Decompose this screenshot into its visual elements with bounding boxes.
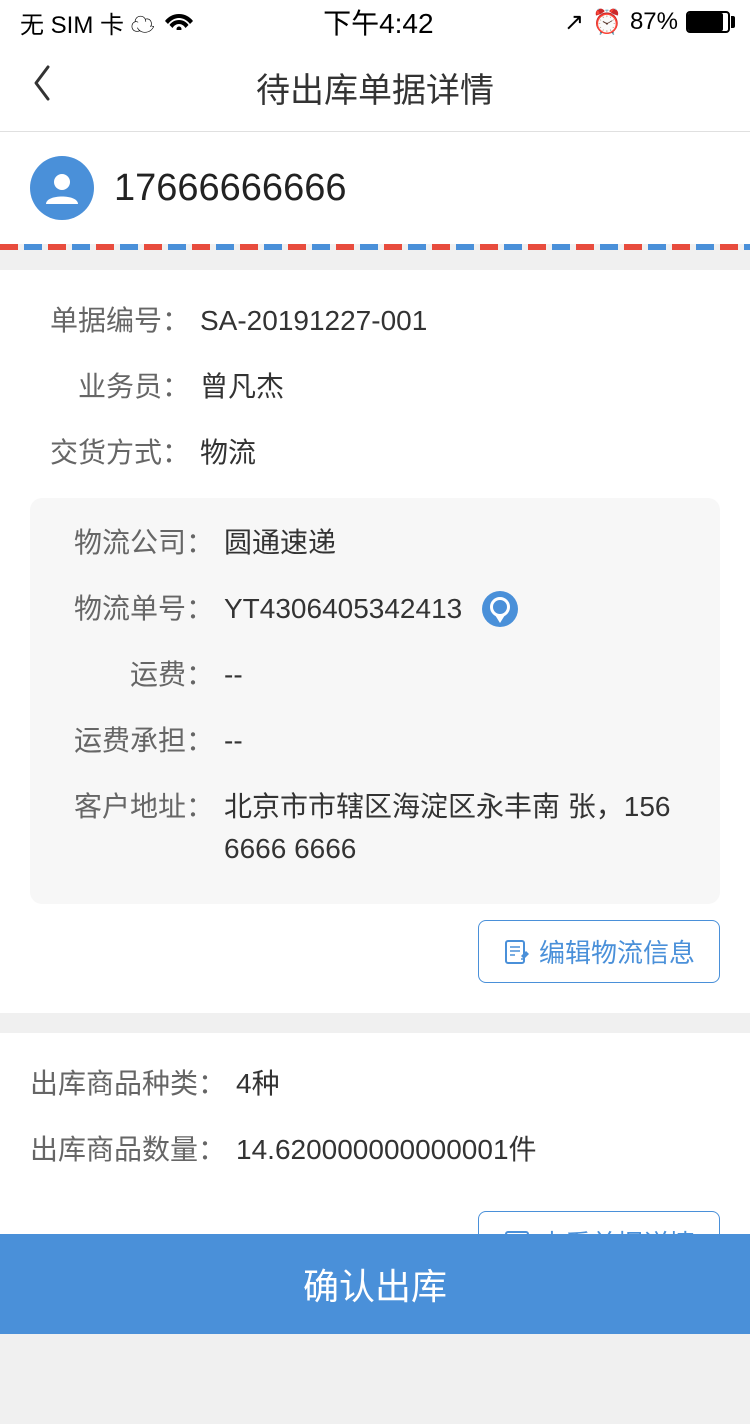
customer-address-label: 客户地址：	[54, 786, 214, 828]
customer-card: 17666666666	[0, 132, 750, 244]
status-bar: 无 SIM 卡 ☁ 下午4:42 ↗ ⏰ 87%	[0, 0, 750, 44]
logistics-company-value: 圆通速递	[224, 522, 696, 564]
goods-quantity-value: 14.620000000000001件	[236, 1129, 720, 1171]
customer-address-value: 北京市市辖区海淀区永丰南 张，156 6666 6666	[224, 786, 696, 870]
tracking-number-row: 物流单号： YT4306405342413	[54, 588, 696, 630]
status-time: 下午4:42	[323, 2, 434, 42]
page-title: 待出库单据详情	[256, 63, 494, 112]
freight-bearer-label: 运费承担：	[54, 720, 214, 762]
status-left: 无 SIM 卡 ☁	[20, 5, 193, 40]
freight-label: 运费：	[54, 654, 214, 696]
edit-logistics-button[interactable]: 编辑物流信息	[478, 920, 720, 983]
sales-person-label: 业务员：	[30, 366, 190, 408]
goods-types-value: 4种	[236, 1063, 720, 1105]
delivery-method-label: 交货方式：	[30, 432, 190, 474]
goods-types-row: 出库商品种类： 4种	[30, 1063, 720, 1105]
sales-person-value: 曾凡杰	[200, 366, 720, 408]
goods-quantity-label: 出库商品数量：	[30, 1129, 226, 1171]
confirm-button-label: 确认出库	[303, 1258, 447, 1310]
tracking-location-icon[interactable]	[482, 591, 518, 627]
location-status-icon: ↗	[564, 8, 584, 37]
goods-quantity-row: 出库商品数量： 14.620000000000001件	[30, 1129, 720, 1171]
freight-bearer-value: --	[224, 720, 696, 762]
freight-row: 运费： --	[54, 654, 696, 696]
freight-bearer-row: 运费承担： --	[54, 720, 696, 762]
back-button[interactable]	[30, 63, 74, 113]
edit-logistics-label: 编辑物流信息	[539, 933, 695, 970]
document-number-row: 单据编号： SA-20191227-001	[30, 300, 720, 342]
document-number-label: 单据编号：	[30, 300, 190, 342]
customer-address-row: 客户地址： 北京市市辖区海淀区永丰南 张，156 6666 6666	[54, 786, 696, 870]
wifi-icon	[165, 8, 193, 37]
tracking-number-label: 物流单号：	[54, 588, 214, 630]
document-number-value: SA-20191227-001	[200, 300, 720, 342]
delivery-method-row: 交货方式： 物流	[30, 432, 720, 474]
nav-bar: 待出库单据详情	[0, 44, 750, 132]
freight-value: --	[224, 654, 696, 696]
section-gap-1	[0, 250, 750, 270]
customer-phone: 17666666666	[114, 167, 346, 210]
goods-types-label: 出库商品种类：	[30, 1063, 226, 1105]
status-right: ↗ ⏰ 87%	[564, 8, 730, 37]
alarm-icon: ⏰	[592, 8, 622, 37]
delivery-method-value: 物流	[200, 432, 720, 474]
logistics-company-label: 物流公司：	[54, 522, 214, 564]
edit-logistics-section: 编辑物流信息	[30, 904, 720, 993]
logistics-inner-card: 物流公司： 圆通速递 物流单号： YT4306405342413 运费： -- …	[30, 498, 720, 904]
section-gap-2	[0, 1013, 750, 1033]
battery-icon	[686, 11, 730, 33]
sim-signal: 无 SIM 卡 ☁	[20, 5, 155, 40]
confirm-button[interactable]: 确认出库	[0, 1234, 750, 1334]
tracking-number-value: YT4306405342413	[224, 588, 696, 630]
logistics-company-row: 物流公司： 圆通速递	[54, 522, 696, 564]
order-info-card: 单据编号： SA-20191227-001 业务员： 曾凡杰 交货方式： 物流 …	[0, 270, 750, 1013]
sales-person-row: 业务员： 曾凡杰	[30, 366, 720, 408]
avatar	[30, 156, 94, 220]
battery-text: 87%	[630, 8, 678, 36]
